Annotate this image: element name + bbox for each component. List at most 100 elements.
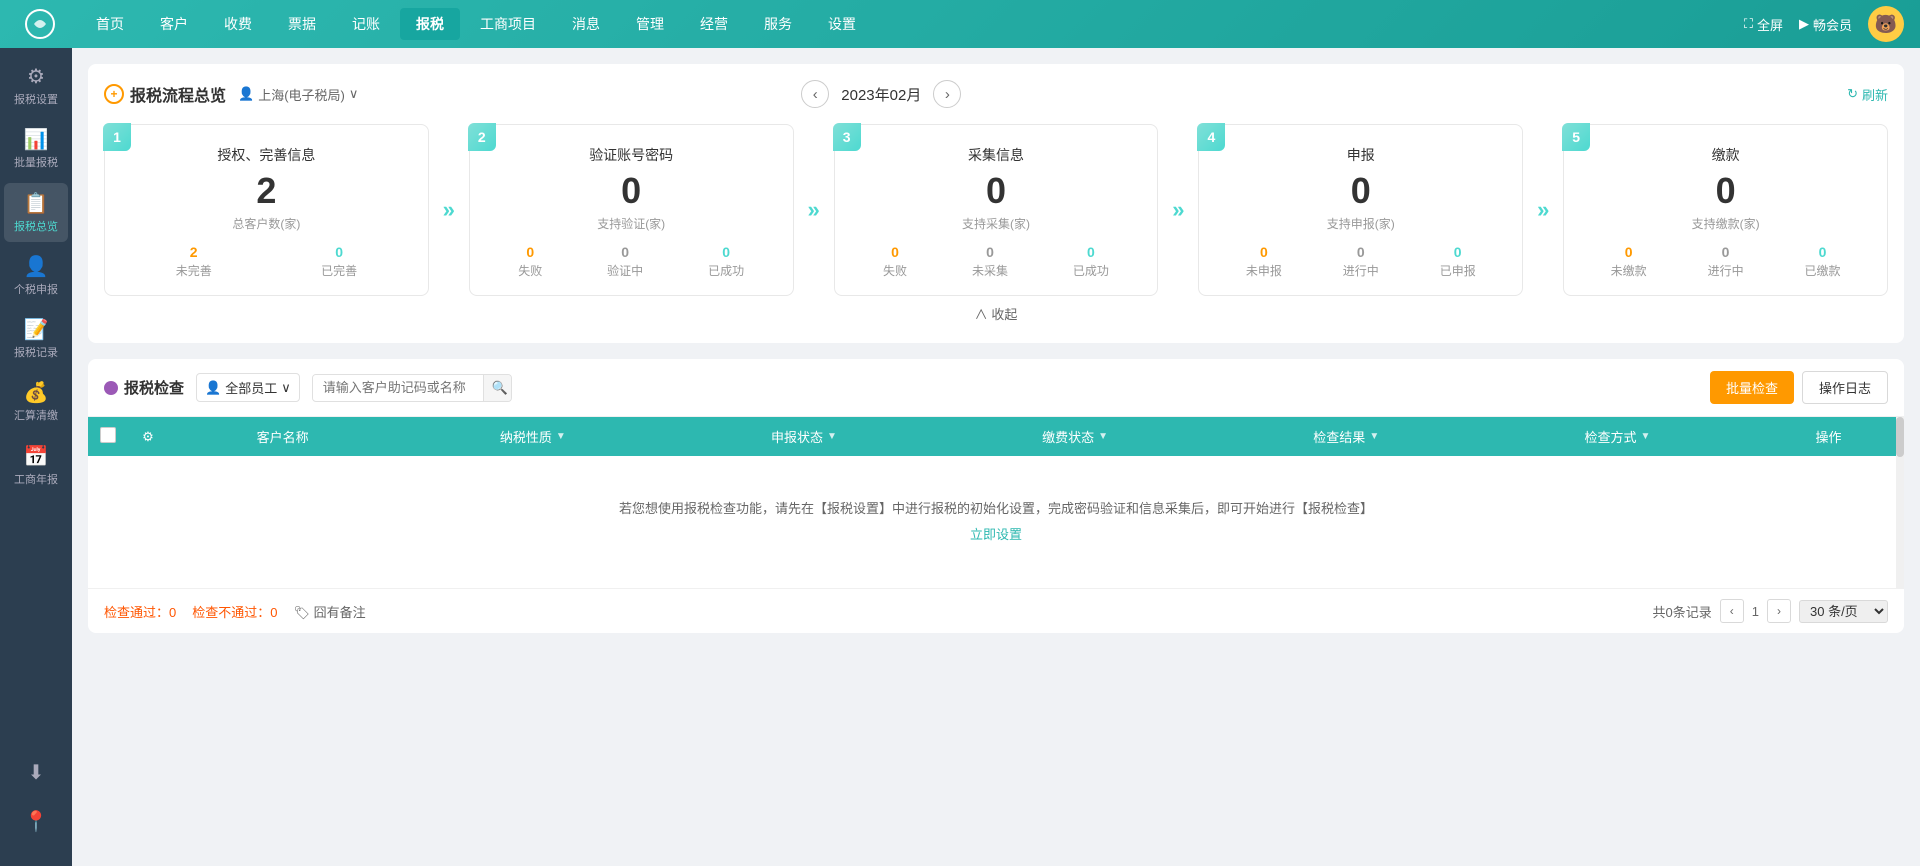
stat-fail-2: 0 失败 xyxy=(518,244,542,279)
empty-message: 若您想使用报税检查功能，请先在【报税设置】中进行报税的初始化设置，完成密码验证和… xyxy=(108,496,1884,522)
stat-paid: 0 已缴款 xyxy=(1804,244,1840,279)
overview-title: + 报税流程总览 xyxy=(104,82,226,106)
check-result-filter[interactable]: 检查结果 ▼ xyxy=(1313,427,1379,446)
sidebar-item-annual-report[interactable]: 📅 工商年报 xyxy=(4,436,68,495)
stat-label-fail-2: 失败 xyxy=(518,262,542,279)
member-btn[interactable]: ▶ 畅会员 xyxy=(1799,15,1852,34)
prev-page-btn[interactable]: ‹ xyxy=(1720,599,1744,623)
stat-val-complete: 0 xyxy=(321,244,357,260)
header-checkbox[interactable] xyxy=(100,427,116,443)
sidebar-item-batch-tax[interactable]: 📊 批量报税 xyxy=(4,119,68,178)
flow-arrow-1: » xyxy=(429,124,469,296)
search-button[interactable]: 🔍 xyxy=(483,375,512,401)
stat-val-fail-2: 0 xyxy=(518,244,542,260)
batch-tax-icon: 📊 xyxy=(24,127,49,152)
stat-label-verifying: 验证中 xyxy=(607,262,643,279)
footer-right: 共0条记录 ‹ 1 › 30 条/页 50 条/页 100 条/页 xyxy=(1653,599,1888,623)
nav-home[interactable]: 首页 xyxy=(80,8,140,40)
sidebar-item-tax-overview[interactable]: 📋 报税总览 xyxy=(4,183,68,242)
declare-status-filter[interactable]: 申报状态 ▼ xyxy=(771,427,837,446)
setup-link[interactable]: 立即设置 xyxy=(970,527,1022,542)
fullscreen-btn[interactable]: ⛶ 全屏 xyxy=(1744,15,1783,34)
month-navigation: ‹ 2023年02月 › xyxy=(801,80,961,108)
plus-circle-icon: + xyxy=(104,84,124,104)
nav-fee[interactable]: 收费 xyxy=(208,8,268,40)
refresh-btn[interactable]: ↻ 刷新 xyxy=(1847,85,1888,104)
app-logo[interactable] xyxy=(16,0,64,48)
nav-operation[interactable]: 经营 xyxy=(684,8,744,40)
nav-customer[interactable]: 客户 xyxy=(144,8,204,40)
check-method-filter[interactable]: 检查方式 ▼ xyxy=(1584,427,1650,446)
flow-card-5: 5 缴款 0 支持缴款(家) 0 未缴款 0 进行中 0 已缴款 xyxy=(1563,124,1888,296)
nav-invoice[interactable]: 票据 xyxy=(272,8,332,40)
card-sub-4: 支持申报(家) xyxy=(1215,215,1506,232)
card-title-5: 缴款 xyxy=(1580,141,1871,165)
card-stats-5: 0 未缴款 0 进行中 0 已缴款 xyxy=(1580,244,1871,279)
step-badge-4: 4 xyxy=(1197,123,1225,151)
tax-settings-icon: ⚙ xyxy=(27,64,45,89)
nav-right: ⛶ 全屏 ▶ 畅会员 🐻 xyxy=(1744,6,1904,42)
sidebar-label-annual-report: 工商年报 xyxy=(14,473,58,487)
card-bignum-2: 0 xyxy=(486,173,777,209)
settlement-icon: 💰 xyxy=(24,380,49,405)
scrollbar-thumb xyxy=(1896,417,1904,457)
location-person-icon: 👤 xyxy=(238,86,254,102)
nav-industry[interactable]: 工商项目 xyxy=(464,8,552,40)
nav-service[interactable]: 服务 xyxy=(748,8,808,40)
sidebar-label-settlement: 汇算清缴 xyxy=(14,409,58,423)
per-page-select[interactable]: 30 条/页 50 条/页 100 条/页 xyxy=(1799,600,1888,623)
prev-month-btn[interactable]: ‹ xyxy=(801,80,829,108)
sidebar-item-download[interactable]: ⬇ xyxy=(4,752,68,797)
sidebar-label-personal-tax: 个税申报 xyxy=(14,283,58,297)
settings-icon[interactable]: ⚙ xyxy=(142,429,154,444)
stat-success-2: 0 已成功 xyxy=(708,244,744,279)
employee-select[interactable]: 👤 全部员工 ∨ xyxy=(196,373,300,402)
sidebar-item-personal-tax[interactable]: 👤 个税申报 xyxy=(4,246,68,305)
operation-log-btn[interactable]: 操作日志 xyxy=(1802,371,1888,404)
stat-unpaid: 0 未缴款 xyxy=(1611,244,1647,279)
stat-label-complete: 已完善 xyxy=(321,262,357,279)
sidebar-item-location[interactable]: 📍 xyxy=(4,801,68,846)
stat-label-success-2: 已成功 xyxy=(708,262,744,279)
flow-arrow-2: » xyxy=(794,124,834,296)
batch-check-btn[interactable]: 批量检查 xyxy=(1710,371,1794,404)
nav-bookkeeping[interactable]: 记账 xyxy=(336,8,396,40)
nav-manage[interactable]: 管理 xyxy=(620,8,680,40)
card-title-1: 授权、完善信息 xyxy=(121,141,412,165)
footer-note: 🏷 囧有备注 xyxy=(294,602,366,621)
sidebar-item-tax-settings[interactable]: ⚙ 报税设置 xyxy=(4,56,68,115)
card-sub-1: 总客户数(家) xyxy=(121,215,412,232)
step-badge-3: 3 xyxy=(833,123,861,151)
sidebar-label-tax-overview: 报税总览 xyxy=(14,220,58,234)
card-bignum-1: 2 xyxy=(121,173,412,209)
table-footer: 检查通过：0 检查不通过：0 🏷 囧有备注 共0条记录 ‹ 1 › 30 条/页… xyxy=(88,588,1904,633)
nav-message[interactable]: 消息 xyxy=(556,8,616,40)
mascot-avatar[interactable]: 🐻 xyxy=(1868,6,1904,42)
next-page-btn[interactable]: › xyxy=(1767,599,1791,623)
sidebar-item-settlement[interactable]: 💰 汇算清缴 xyxy=(4,372,68,431)
th-declare-status: 申报状态 ▼ xyxy=(668,417,939,456)
sidebar: ⚙ 报税设置 📊 批量报税 📋 报税总览 👤 个税申报 📝 报税记录 💰 汇算清… xyxy=(0,48,72,866)
customer-filter[interactable]: 客户名称 xyxy=(257,427,309,446)
location-tag[interactable]: 👤 上海(电子税局) ∨ xyxy=(238,85,358,104)
tax-records-icon: 📝 xyxy=(24,317,49,342)
next-month-btn[interactable]: › xyxy=(933,80,961,108)
collapse-bar[interactable]: ∧ 收起 xyxy=(104,296,1888,327)
tax-nature-filter[interactable]: 纳税性质 ▼ xyxy=(500,427,566,446)
overview-header: + 报税流程总览 👤 上海(电子税局) ∨ ‹ 2023年02月 › ↻ 刷新 xyxy=(104,80,1888,108)
location-chevron-icon: ∨ xyxy=(349,86,359,102)
card-sub-3: 支持采集(家) xyxy=(851,215,1142,232)
nav-settings[interactable]: 设置 xyxy=(812,8,872,40)
stat-undeclared: 0 未申报 xyxy=(1246,244,1282,279)
download-icon: ⬇ xyxy=(28,760,45,785)
filter-icon-tax-nature: ▼ xyxy=(556,431,566,442)
stat-success-3: 0 已成功 xyxy=(1073,244,1109,279)
sidebar-item-tax-records[interactable]: 📝 报税记录 xyxy=(4,309,68,368)
search-input[interactable] xyxy=(313,375,483,400)
nav-tax[interactable]: 报税 xyxy=(400,8,460,40)
vertical-scrollbar[interactable] xyxy=(1896,417,1904,588)
stat-fail-3: 0 失败 xyxy=(883,244,907,279)
pay-status-filter[interactable]: 缴费状态 ▼ xyxy=(1042,427,1108,446)
step-badge-2: 2 xyxy=(468,123,496,151)
fullscreen-icon: ⛶ xyxy=(1744,16,1753,32)
